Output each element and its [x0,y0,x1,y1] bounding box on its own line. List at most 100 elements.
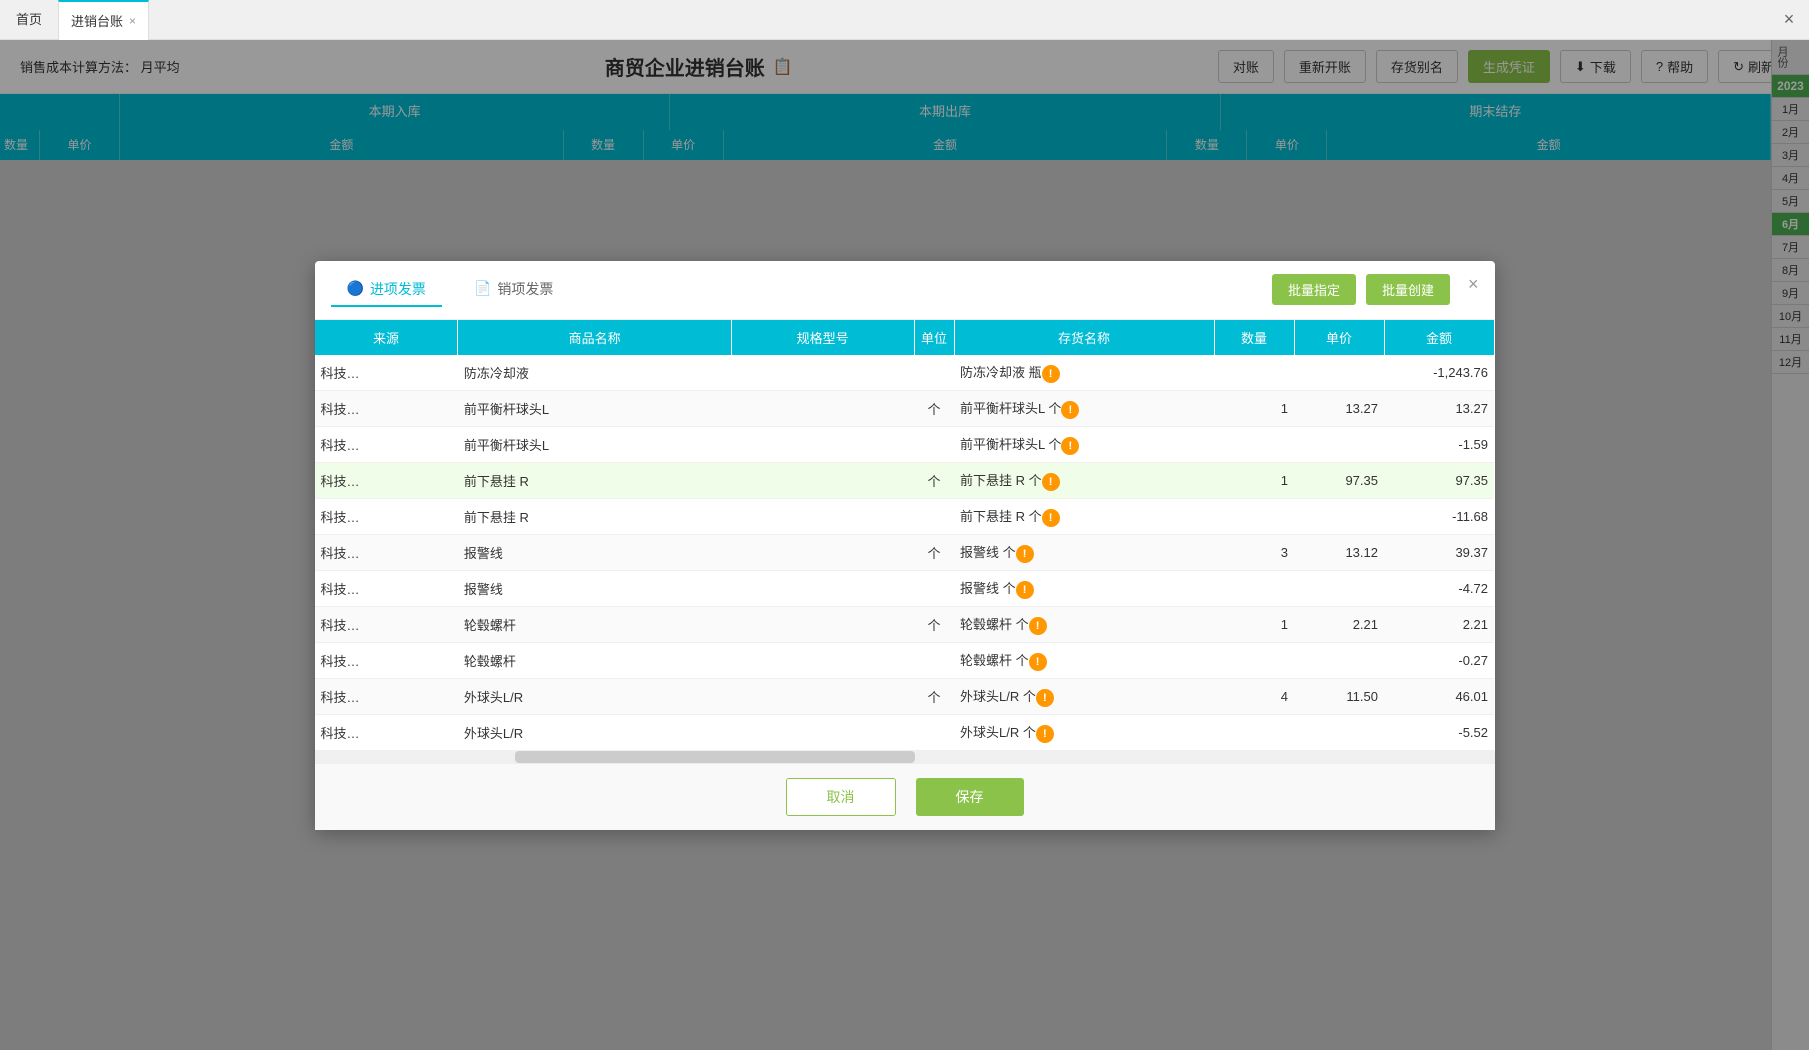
cell-spec [731,642,914,678]
cell-amount: 97.35 [1384,462,1494,498]
warn-icon: ! [1042,365,1060,383]
modal-overlay: 🔵 进项发票 📄 销项发票 批量指定 批量创建 × [0,40,1809,1050]
col-unit: 单位 [914,320,954,355]
tab-home[interactable]: 首页 [0,0,58,40]
warn-icon: ! [1029,653,1047,671]
cell-inventory: 报警线 个! [954,570,1214,606]
tab-sales-invoice[interactable]: 📄 销项发票 [458,273,569,307]
cell-source: 科技… [315,390,458,426]
cell-amount: -4.72 [1384,570,1494,606]
cell-product-name: 前平衡杆球头L [458,426,731,462]
cell-unit [914,642,954,678]
table-row[interactable]: 科技…报警线个报警线 个!313.1239.37 [315,534,1495,570]
cell-spec [731,462,914,498]
cancel-button[interactable]: 取消 [786,778,896,816]
cell-unit: 个 [914,462,954,498]
table-row[interactable]: 科技…前平衡杆球头L前平衡杆球头L 个!-1.59 [315,426,1495,462]
h-scroll-thumb[interactable] [515,751,915,763]
cell-spec [731,606,914,642]
cell-spec [731,426,914,462]
modal-header-actions: 批量指定 批量创建 × [1272,274,1479,305]
cell-unit: 个 [914,678,954,714]
modal-table-area: 来源 商品名称 规格型号 单位 存货名称 数量 单价 金额 科技…防冻冷却液防冻… [315,320,1495,751]
invoice-tbody: 科技…防冻冷却液防冻冷却液 瓶!-1,243.76科技…前平衡杆球头L个前平衡杆… [315,355,1495,751]
table-row[interactable]: 科技…报警线报警线 个!-4.72 [315,570,1495,606]
cell-product-name: 报警线 [458,534,731,570]
warn-icon: ! [1042,473,1060,491]
cell-amount: -1.59 [1384,426,1494,462]
cell-inventory: 前下悬挂 R 个! [954,498,1214,534]
cell-qty: 1 [1214,390,1294,426]
table-row[interactable]: 科技…轮毂螺杆个轮毂螺杆 个!12.212.21 [315,606,1495,642]
cell-unit [914,498,954,534]
col-amount: 金额 [1384,320,1494,355]
cell-inventory: 前平衡杆球头L 个! [954,426,1214,462]
cell-amount: -1,243.76 [1384,355,1494,391]
cell-unit [914,426,954,462]
table-row[interactable]: 科技…防冻冷却液防冻冷却液 瓶!-1,243.76 [315,355,1495,391]
cell-inventory: 轮毂螺杆 个! [954,606,1214,642]
cell-qty: 1 [1214,606,1294,642]
cell-unit-price [1294,498,1384,534]
cell-spec [731,714,914,750]
tab-income-icon: 🔵 [347,280,364,297]
cell-spec [731,678,914,714]
col-source: 来源 [315,320,458,355]
cell-source: 科技… [315,642,458,678]
cell-qty [1214,642,1294,678]
cell-amount: -0.27 [1384,642,1494,678]
cell-product-name: 前平衡杆球头L [458,390,731,426]
tab-active[interactable]: 进销台账 × [58,0,149,40]
col-inventory-name: 存货名称 [954,320,1214,355]
cell-source: 科技… [315,498,458,534]
col-spec: 规格型号 [731,320,914,355]
cell-source: 科技… [315,714,458,750]
warn-icon: ! [1042,509,1060,527]
cell-spec [731,570,914,606]
horizontal-scrollbar[interactable] [315,751,1495,763]
window-close-button[interactable]: × [1769,0,1809,40]
table-row[interactable]: 科技…外球头L/R外球头L/R 个!-5.52 [315,714,1495,750]
cell-source: 科技… [315,678,458,714]
main-area: 销售成本计算方法： 月平均 商贸企业进销台账 📋 对账 重新开账 存货别名 生成… [0,40,1809,1050]
save-button[interactable]: 保存 [916,778,1024,816]
table-row[interactable]: 科技…外球头L/R个外球头L/R 个!411.5046.01 [315,678,1495,714]
cell-product-name: 前下悬挂 R [458,498,731,534]
col-unit-price: 单价 [1294,320,1384,355]
cell-qty [1214,570,1294,606]
warn-icon: ! [1016,581,1034,599]
table-row[interactable]: 科技…前下悬挂 R前下悬挂 R 个!-11.68 [315,498,1495,534]
table-row[interactable]: 科技…前下悬挂 R个前下悬挂 R 个!197.3597.35 [315,462,1495,498]
cell-qty: 1 [1214,462,1294,498]
table-row[interactable]: 科技…轮毂螺杆轮毂螺杆 个!-0.27 [315,642,1495,678]
tab-sales-icon: 📄 [474,280,491,297]
cell-source: 科技… [315,462,458,498]
modal-close-icon[interactable]: × [1468,274,1479,305]
cell-unit-price: 13.27 [1294,390,1384,426]
cell-unit: 个 [914,390,954,426]
warn-icon: ! [1061,401,1079,419]
tab-sales-label: 销项发票 [497,279,553,299]
cell-unit [914,714,954,750]
tab-close-icon[interactable]: × [129,14,136,28]
cell-inventory: 外球头L/R 个! [954,714,1214,750]
tab-income-invoice[interactable]: 🔵 进项发票 [331,273,442,307]
cell-inventory: 轮毂螺杆 个! [954,642,1214,678]
cell-product-name: 前下悬挂 R [458,462,731,498]
cell-amount: 39.37 [1384,534,1494,570]
cell-inventory: 前平衡杆球头L 个! [954,390,1214,426]
warn-icon: ! [1029,617,1047,635]
cell-product-name: 防冻冷却液 [458,355,731,391]
top-bar: 首页 进销台账 × × [0,0,1809,40]
table-header-row: 来源 商品名称 规格型号 单位 存货名称 数量 单价 金额 [315,320,1495,355]
cell-amount: 46.01 [1384,678,1494,714]
batch-assign-button[interactable]: 批量指定 [1272,274,1356,305]
table-row[interactable]: 科技…前平衡杆球头L个前平衡杆球头L 个!113.2713.27 [315,390,1495,426]
cell-qty: 4 [1214,678,1294,714]
cell-inventory: 报警线 个! [954,534,1214,570]
cell-qty: 3 [1214,534,1294,570]
tab-active-label: 进销台账 [71,11,123,30]
cell-amount: -5.52 [1384,714,1494,750]
batch-create-button[interactable]: 批量创建 [1366,274,1450,305]
modal-header: 🔵 进项发票 📄 销项发票 批量指定 批量创建 × [315,261,1495,320]
